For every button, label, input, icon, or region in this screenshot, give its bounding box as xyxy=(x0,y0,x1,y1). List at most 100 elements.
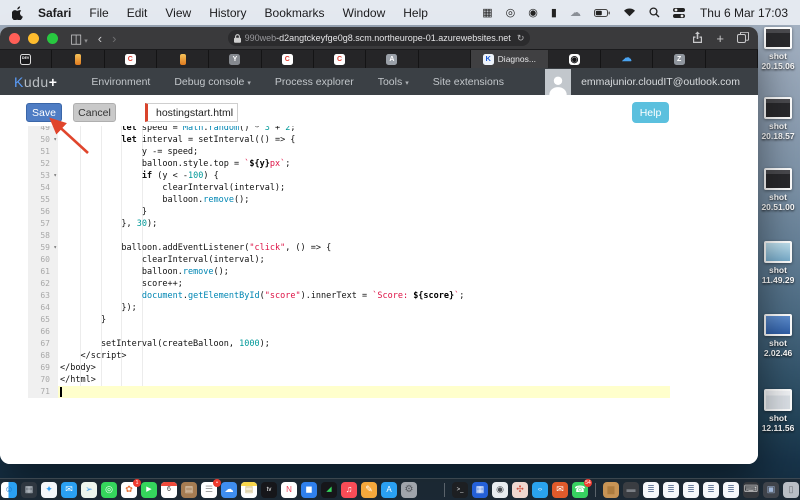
dock-maps[interactable]: ➢ xyxy=(81,481,97,498)
tab-record[interactable]: ◉ xyxy=(549,50,602,68)
code-line[interactable]: 53 ▾ if (y < -100) { xyxy=(28,170,670,182)
tab-dev[interactable]: DEV xyxy=(0,50,53,68)
tab-y[interactable]: Y xyxy=(209,50,262,68)
dock-finder[interactable]: ☺ xyxy=(1,481,17,498)
dock-news[interactable]: N xyxy=(281,481,297,498)
code-line[interactable]: 57 }, 30); xyxy=(28,218,670,230)
nav-site-extensions[interactable]: Site extensions xyxy=(421,76,516,88)
code-line[interactable]: 69 </body> xyxy=(28,362,670,374)
menu-view[interactable]: View xyxy=(156,6,200,20)
dock-mail[interactable]: ✉ xyxy=(61,481,77,498)
address-bar[interactable]: 990web-d2angtckeyfge0g8.scm.northeurope-… xyxy=(228,30,530,46)
code-line[interactable]: 49 let speed = Math.random() * 3 + 2; xyxy=(28,126,670,134)
dock-keyboard[interactable]: ⌨ xyxy=(743,481,759,498)
code-line[interactable]: 51 y -= speed; xyxy=(28,146,670,158)
code-line[interactable]: 59 ▾ balloon.addEventListener("click", ()… xyxy=(28,242,670,254)
dock-trash[interactable]: ▯ xyxy=(783,481,799,498)
tab-diagnostics[interactable]: K Diagnos... xyxy=(470,50,549,68)
fold-arrow-icon[interactable]: ▾ xyxy=(53,170,57,182)
dock-photos[interactable]: ✿ 1 xyxy=(121,478,141,498)
menu-safari[interactable]: Safari xyxy=(29,6,80,20)
tab-ms[interactable] xyxy=(419,50,471,68)
dock-weather[interactable]: ☁ xyxy=(221,481,237,498)
wifi-icon[interactable] xyxy=(623,8,636,17)
dock-keynote[interactable]: ▆ xyxy=(301,481,317,498)
code-line[interactable]: 71 xyxy=(28,386,670,398)
dock-whatsapp[interactable]: ☎ 54 xyxy=(572,478,592,498)
code-editor[interactable]: 49 let speed = Math.random() * 3 + 2; 50 ▾… xyxy=(28,126,670,402)
dock-app-store[interactable]: A xyxy=(381,481,397,498)
menu-history[interactable]: History xyxy=(200,6,255,20)
reload-icon[interactable]: ↻ xyxy=(517,33,525,44)
code-line[interactable]: 60 clearInterval(interval); xyxy=(28,254,670,266)
nav-debug-console[interactable]: Debug console ▾ xyxy=(162,76,263,88)
code-line[interactable]: 67 setInterval(createBalloon, 1000); xyxy=(28,338,670,350)
tab-bottle[interactable] xyxy=(52,50,105,68)
tab-bottle[interactable] xyxy=(157,50,210,68)
nav-process-explorer[interactable]: Process explorer xyxy=(263,76,366,88)
dock-compass[interactable]: ◉ xyxy=(492,481,508,498)
code-line[interactable]: 54 clearInterval(interval); xyxy=(28,182,670,194)
dock-vscode[interactable]: ‹› xyxy=(532,481,548,498)
dock-document-2[interactable]: ≣ xyxy=(663,481,679,498)
desktop-file-2[interactable]: shot 20.18.57 xyxy=(758,97,798,141)
menu-help[interactable]: Help xyxy=(394,6,437,20)
dock-facetime[interactable]: ▶ xyxy=(141,481,157,498)
dock-document-5[interactable]: ≣ xyxy=(723,481,739,498)
menu-window[interactable]: Window xyxy=(334,6,395,20)
code-line[interactable]: 52 balloon.style.top = `${y}px`; xyxy=(28,158,670,170)
cloud-status-icon[interactable]: ☁ xyxy=(570,6,581,19)
dock-safari[interactable]: ✦ xyxy=(41,481,57,498)
back-button[interactable]: ‹ xyxy=(98,32,102,45)
dock-outlook[interactable]: ✉ xyxy=(552,481,568,498)
dock-paint[interactable]: ✣ xyxy=(512,481,528,498)
tab-c[interactable]: C xyxy=(314,50,367,68)
control-center-icon[interactable] xyxy=(672,7,685,18)
minimize-window-button[interactable] xyxy=(28,32,39,44)
dock-downloads-folder[interactable]: ▆ xyxy=(603,481,619,498)
code-line[interactable]: 64 }); xyxy=(28,302,670,314)
tiling-grid-icon[interactable]: ▦ xyxy=(482,6,492,19)
dock-office[interactable] xyxy=(421,482,437,498)
forward-button[interactable]: › xyxy=(112,32,116,45)
dock-settings[interactable]: ⚙ xyxy=(401,481,417,498)
dock-notes[interactable]: ▤ xyxy=(241,481,257,498)
search-icon[interactable] xyxy=(649,7,660,18)
tab-c[interactable]: C xyxy=(105,50,157,68)
dock-contacts[interactable]: ▤ xyxy=(181,481,197,498)
dock-find-my[interactable]: ◎ xyxy=(101,481,117,498)
kudu-logo[interactable]: Kudu+ xyxy=(14,74,57,90)
code-line[interactable]: 63 document.getElementById("score").inne… xyxy=(28,290,670,302)
dock-pencil[interactable]: ✎ xyxy=(361,481,377,498)
dock-reminders[interactable]: ☰ • xyxy=(201,478,221,498)
code-line[interactable]: 66 xyxy=(28,326,670,338)
dock-apple-tv[interactable]: tv xyxy=(261,481,277,498)
dock-document-4[interactable]: ≣ xyxy=(703,481,719,498)
desktop-file-5[interactable]: shot 2.02.46 xyxy=(758,314,798,358)
code-line[interactable]: 62 score++; xyxy=(28,278,670,290)
code-line[interactable]: 68 </script> xyxy=(28,350,670,362)
tab-a[interactable]: A xyxy=(366,50,419,68)
zoom-window-button[interactable] xyxy=(47,32,58,44)
code-line[interactable]: 50 ▾ let interval = setInterval(() => { xyxy=(28,134,670,146)
desktop-file-6[interactable]: shot 12.11.56 xyxy=(758,389,798,433)
desktop-file-1[interactable]: shot 20.15.06 xyxy=(758,27,798,71)
menu-edit[interactable]: Edit xyxy=(118,6,157,20)
tab-overview-icon[interactable] xyxy=(737,31,749,45)
dock-ms-app[interactable]: ▦ xyxy=(472,481,488,498)
code-line[interactable]: 70 </html> xyxy=(28,374,670,386)
code-line[interactable]: 65 } xyxy=(28,314,670,326)
nav-tools[interactable]: Tools ▾ xyxy=(366,76,421,88)
shortcut-circle-icon[interactable]: ◎ xyxy=(506,6,516,19)
code-line[interactable]: 56 } xyxy=(28,206,670,218)
tab-z[interactable]: Z xyxy=(653,50,706,68)
tab-cloud[interactable]: ☁ xyxy=(601,50,654,68)
menu-bookmarks[interactable]: Bookmarks xyxy=(256,6,334,20)
desktop-file-4[interactable]: shot 11.49.29 xyxy=(758,241,798,285)
dock-terminal[interactable]: >_ xyxy=(452,481,468,498)
dock-document-3[interactable]: ≣ xyxy=(683,481,699,498)
battery-icon[interactable] xyxy=(593,8,610,17)
desktop-file-3[interactable]: shot 20.51.00 xyxy=(758,168,798,212)
code-line[interactable]: 58 xyxy=(28,230,670,242)
code-line[interactable]: 61 balloon.remove(); xyxy=(28,266,670,278)
